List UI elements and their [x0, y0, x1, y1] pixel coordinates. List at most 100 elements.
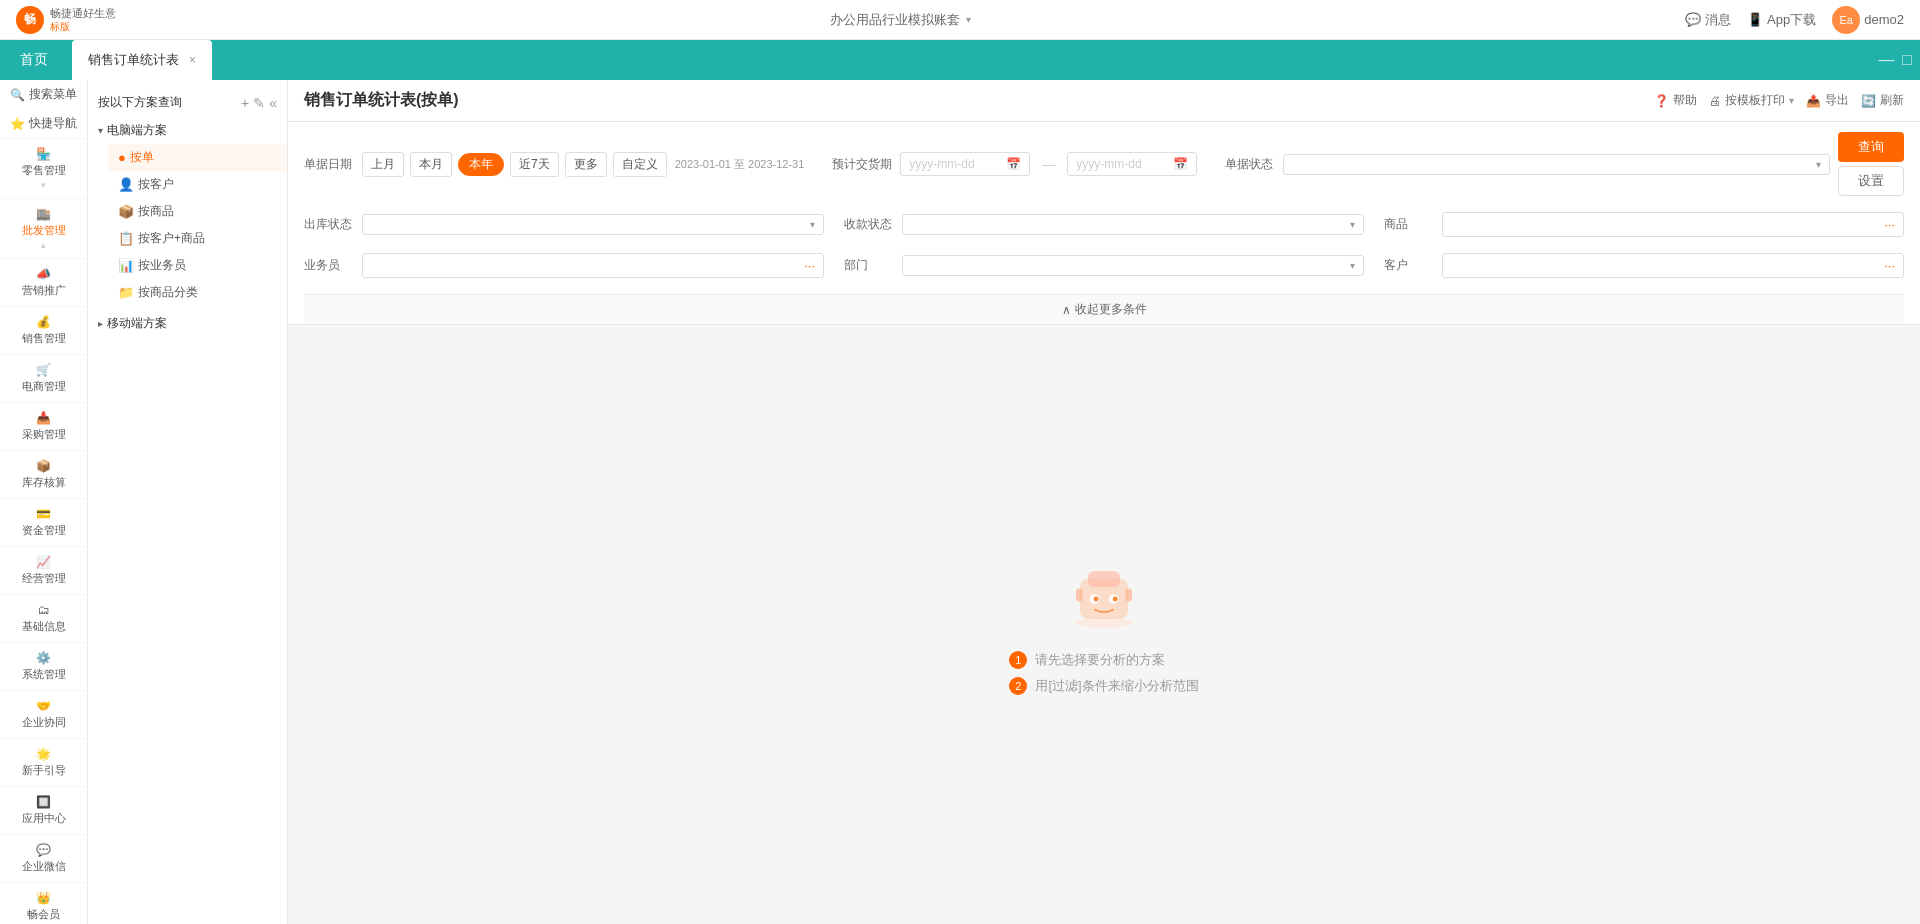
download-icon: 📱 [1747, 12, 1763, 27]
topbar-left: 畅 畅捷通好生意 标版 [16, 6, 116, 34]
apps-icon: 🔲 [36, 795, 51, 809]
print-template-btn[interactable]: 🖨 按模板打印 ▾ [1709, 92, 1794, 109]
workspace-label: 办公用品行业模拟账套 [830, 11, 960, 29]
quicknav-icon: ⭐ [10, 117, 25, 131]
sidebar-item-enterprise[interactable]: 🤝 企业协同 [0, 690, 87, 738]
date-btn-lastmonth[interactable]: 上月 [362, 152, 404, 177]
tab-home-label: 首页 [20, 51, 48, 69]
salesperson-input[interactable]: ··· [362, 253, 824, 278]
date-filter-label: 单据日期 [304, 156, 354, 173]
tree-item-by-goods[interactable]: 📦 按商品 [108, 198, 287, 225]
operation-icon: 📈 [36, 555, 51, 569]
wholesale-arrow-icon: ▴ [41, 240, 46, 250]
help-btn[interactable]: ❓ 帮助 [1654, 92, 1697, 109]
sidebar-item-finance[interactable]: 💳 资金管理 [0, 498, 87, 546]
add-scheme-btn[interactable]: + [241, 95, 249, 111]
payment-status-select[interactable]: ▾ [902, 214, 1364, 235]
filter-row-3: 业务员 ··· 部门 ▾ 客户 ··· [304, 253, 1904, 286]
sidebar-item-system[interactable]: ⚙️ 系统管理 [0, 642, 87, 690]
left-panel: 按以下方案查询 + ✎ « ▾ 电脑端方案 ● 按单 👤 按客户 [88, 80, 288, 924]
tab-close-icon[interactable]: × [189, 53, 196, 67]
expected-date-start-input[interactable]: yyyy-mm-dd 📅 [900, 152, 1030, 176]
tree-section-pc[interactable]: ▾ 电脑端方案 [88, 117, 287, 144]
tab-sales-stat[interactable]: 销售订单统计表 × [72, 40, 212, 80]
print-label: 按模板打印 [1725, 92, 1785, 109]
by-customer-icon: 👤 [118, 177, 134, 192]
dept-label: 部门 [844, 257, 894, 274]
ship-status-arrow-icon: ▾ [810, 219, 815, 230]
salesperson-more-icon: ··· [804, 258, 815, 273]
sidebar-label-system: 系统管理 [22, 667, 66, 682]
sidebar-item-inventory[interactable]: 📦 库存核算 [0, 450, 87, 498]
export-btn[interactable]: 📤 导出 [1806, 92, 1849, 109]
by-cg-label: 按客户+商品 [138, 230, 205, 247]
dept-select[interactable]: ▾ [902, 255, 1364, 276]
tab-window-actions: — □ [1878, 51, 1920, 69]
date-range-text: 2023-01-01 至 2023-12-31 [675, 157, 805, 172]
refresh-label: 刷新 [1880, 92, 1904, 109]
goods-input[interactable]: ··· [1442, 212, 1904, 237]
date-btn-custom[interactable]: 自定义 [613, 152, 667, 177]
expected-date-end-input[interactable]: yyyy-mm-dd 📅 [1067, 152, 1197, 176]
sidebar-item-apps[interactable]: 🔲 应用中心 [0, 786, 87, 834]
tree-item-by-order[interactable]: ● 按单 [108, 144, 287, 171]
tree-section-mobile[interactable]: ▸ 移动端方案 [88, 310, 287, 337]
sidebar-item-sales[interactable]: 💰 销售管理 [0, 306, 87, 354]
collapse-conditions-bar[interactable]: ∧ 收起更多条件 [304, 294, 1904, 324]
page-header: 销售订单统计表(按单) ❓ 帮助 🖨 按模板打印 ▾ 📤 导出 [288, 80, 1920, 122]
export-label: 导出 [1825, 92, 1849, 109]
search-menu-item[interactable]: 🔍 搜索菜单 [0, 80, 87, 109]
refresh-icon: 🔄 [1861, 94, 1876, 108]
tip1-text: 请先选择要分析的方案 [1035, 651, 1165, 669]
sidebar-label-wechat: 企业微信 [22, 859, 66, 874]
sidebar-item-operation[interactable]: 📈 经营管理 [0, 546, 87, 594]
date-btn-thisyear[interactable]: 本年 [458, 153, 504, 176]
tree-item-by-customer[interactable]: 👤 按客户 [108, 171, 287, 198]
sidebar-item-newbie[interactable]: 🌟 新手引导 [0, 738, 87, 786]
reset-btn[interactable]: 设置 [1838, 166, 1904, 196]
empty-tip-1: 1 请先选择要分析的方案 [1009, 651, 1198, 669]
user-menu[interactable]: Ea demo2 [1832, 6, 1904, 34]
message-btn[interactable]: 💬 消息 [1685, 11, 1731, 29]
date-btn-7days[interactable]: 近7天 [510, 152, 559, 177]
by-cat-label: 按商品分类 [138, 284, 198, 301]
ship-status-select[interactable]: ▾ [362, 214, 824, 235]
edit-scheme-btn[interactable]: ✎ [253, 95, 265, 111]
bill-status-arrow-icon: ▾ [1816, 159, 1821, 170]
date-btn-thismonth[interactable]: 本月 [410, 152, 452, 177]
svg-point-5 [1094, 596, 1099, 601]
sidebar-item-basic[interactable]: 🗂 基础信息 [0, 594, 87, 642]
sidebar-item-retail[interactable]: 🏪 零售管理 ▾ [0, 138, 87, 198]
customer-input[interactable]: ··· [1442, 253, 1904, 278]
dept-arrow-icon: ▾ [1350, 260, 1355, 271]
sidebar-label-newbie: 新手引导 [22, 763, 66, 778]
tree-item-by-salesperson[interactable]: 📊 按业务员 [108, 252, 287, 279]
sidebar-item-marketing[interactable]: 📣 营销推广 [0, 258, 87, 306]
sidebar-item-purchase[interactable]: 📥 采购管理 [0, 402, 87, 450]
collapse-panel-btn[interactable]: « [269, 95, 277, 111]
app-download-btn[interactable]: 📱 App下载 [1747, 11, 1816, 29]
date-btn-more[interactable]: 更多 [565, 152, 607, 177]
sidebar-item-ecom[interactable]: 🛒 电商管理 [0, 354, 87, 402]
tree-item-by-customer-goods[interactable]: 📋 按客户+商品 [108, 225, 287, 252]
sidebar-item-wechat[interactable]: 💬 企业微信 [0, 834, 87, 882]
window-maximize-btn[interactable]: □ [1902, 51, 1912, 69]
expected-date-label: 预计交货期 [832, 156, 892, 173]
filter-toolbar: 单据日期 上月 本月 本年 近7天 更多 自定义 2023-01-01 至 20… [288, 122, 1920, 325]
salesperson-label: 业务员 [304, 257, 354, 274]
quick-nav-item[interactable]: ⭐ 快捷导航 [0, 109, 87, 138]
query-btn[interactable]: 查询 [1838, 132, 1904, 162]
by-goods-icon: 📦 [118, 204, 134, 219]
help-label: 帮助 [1673, 92, 1697, 109]
sidebar-item-member[interactable]: 👑 畅会员 [0, 882, 87, 924]
customer-label: 客户 [1384, 257, 1434, 274]
refresh-btn[interactable]: 🔄 刷新 [1861, 92, 1904, 109]
bill-status-select[interactable]: ▾ [1283, 154, 1830, 175]
topbar-right: 💬 消息 📱 App下载 Ea demo2 [1685, 6, 1904, 34]
window-minimize-btn[interactable]: — [1878, 51, 1894, 69]
tab-home[interactable]: 首页 [0, 40, 68, 80]
sidebar-item-wholesale[interactable]: 🏬 批发管理 ▴ [0, 198, 87, 258]
results-area: 1 请先选择要分析的方案 2 用[过滤]条件来缩小分析范围 [288, 325, 1920, 924]
topbar-workspace[interactable]: 办公用品行业模拟账套 ▾ [830, 11, 971, 29]
tree-item-by-category[interactable]: 📁 按商品分类 [108, 279, 287, 306]
